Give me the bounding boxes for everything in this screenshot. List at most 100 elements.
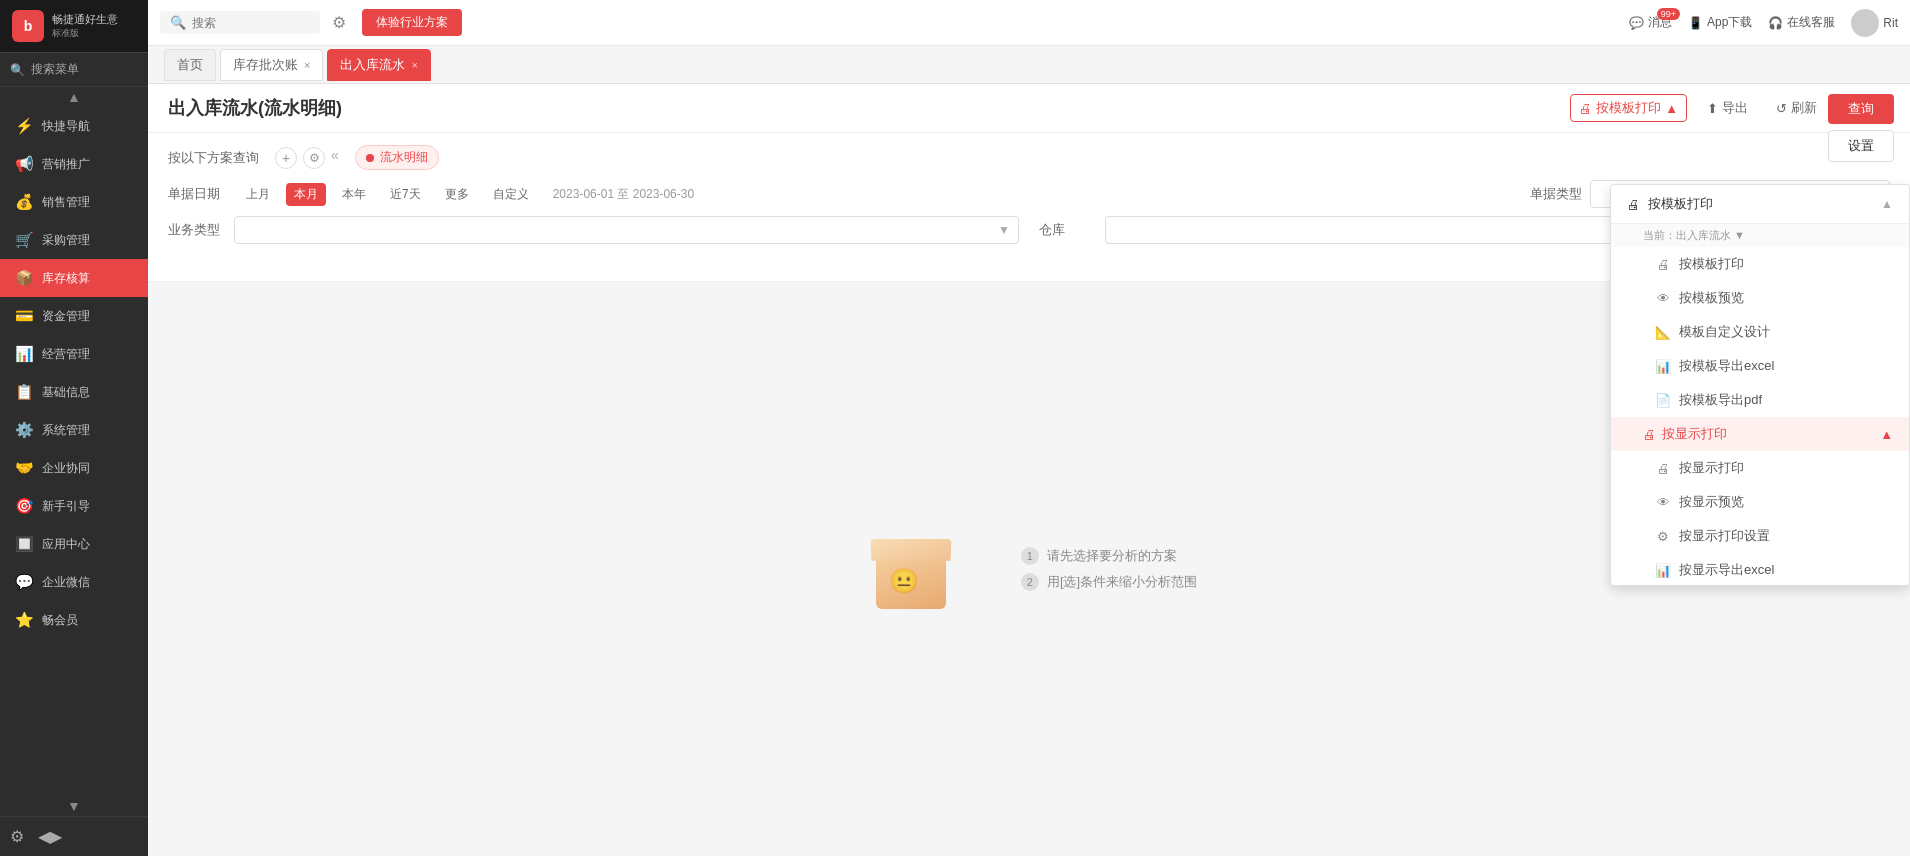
sidebar-scroll-down-btn[interactable]: ▼ (0, 796, 148, 816)
filter-add-btn[interactable]: + (275, 147, 297, 169)
sidebar-item-operation[interactable]: 📊 经营管理 (0, 335, 148, 373)
settings-btn[interactable]: 设置 (1828, 130, 1894, 162)
date-range-text: 2023-06-01 至 2023-06-30 (553, 186, 694, 203)
template-export-excel-icon: 📊 (1655, 359, 1671, 374)
message-badge: 99+ (1657, 8, 1680, 20)
filter-actions: + ⚙ « (275, 147, 339, 169)
refresh-icon: ↺ (1776, 101, 1787, 116)
template-print-icon: 🖨 (1655, 257, 1671, 272)
template-preview-label: 按模板预览 (1679, 289, 1744, 307)
template-export-excel-item[interactable]: 📊 按模板导出excel (1611, 349, 1909, 383)
enterprise-icon: 🤝 (14, 459, 34, 477)
print-template-btn[interactable]: 🖨 按模板打印 ▲ (1570, 94, 1687, 122)
filter-gear-btn[interactable]: ⚙ (303, 147, 325, 169)
empty-step-1: 1 请先选择要分析的方案 (1021, 547, 1197, 565)
header-gear-icon[interactable]: ⚙ (328, 9, 350, 36)
header-right: 💬 消息 99+ 📱 App下载 🎧 在线客服 Rit (1629, 9, 1898, 37)
template-export-pdf-item[interactable]: 📄 按模板导出pdf (1611, 383, 1909, 417)
export-btn[interactable]: ⬆ 导出 (1699, 95, 1756, 121)
sidebar-item-basic[interactable]: 📋 基础信息 (0, 373, 148, 411)
display-section-chevron: ▲ (1880, 427, 1893, 442)
sidebar-item-purchase[interactable]: 🛒 采购管理 (0, 221, 148, 259)
display-print-section[interactable]: 🖨 按显示打印 ▲ (1611, 417, 1909, 451)
display-print-item[interactable]: 🖨 按显示打印 (1611, 451, 1909, 485)
refresh-btn[interactable]: ↺ 刷新 (1768, 95, 1825, 121)
close-batch-account-tab[interactable]: × (304, 59, 310, 71)
template-preview-item[interactable]: 👁 按模板预览 (1611, 281, 1909, 315)
tab-home[interactable]: 首页 (164, 49, 216, 81)
sidebar-item-label: 销售管理 (42, 194, 90, 211)
dropdown-current-label: 当前：出入库流水 ▼ (1611, 224, 1909, 247)
flow-tab-label: 出入库流水 (340, 56, 405, 74)
current-chevron: ▼ (1734, 229, 1745, 241)
sidebar-item-label: 经营管理 (42, 346, 90, 363)
refresh-label: 刷新 (1791, 99, 1817, 117)
display-preview-item[interactable]: 👁 按显示预览 (1611, 485, 1909, 519)
biz-type-dropdown-icon: ▼ (998, 223, 1010, 237)
sidebar-item-member[interactable]: ⭐ 畅会员 (0, 601, 148, 639)
online-service-btn[interactable]: 🎧 在线客服 (1768, 14, 1835, 31)
date-btn-this-month[interactable]: 本月 (286, 183, 326, 206)
tab-bar: 首页 库存批次账 × 出入库流水 × (148, 46, 1910, 84)
close-flow-tab[interactable]: × (411, 59, 417, 71)
main-content: 🔍 ⚙ 体验行业方案 💬 消息 99+ 📱 App下载 🎧 在线客服 Rit (148, 0, 1910, 856)
dropdown-chevron-up: ▲ (1881, 197, 1893, 211)
biz-type-select[interactable]: ▼ (234, 216, 1019, 244)
sidebar-item-apps[interactable]: 🔲 应用中心 (0, 525, 148, 563)
date-btn-this-year[interactable]: 本年 (334, 183, 374, 206)
user-avatar[interactable]: Rit (1851, 9, 1898, 37)
sidebar-item-quick-nav[interactable]: ⚡ 快捷导航 (0, 107, 148, 145)
tab-flow[interactable]: 出入库流水 × (327, 49, 430, 81)
sidebar-item-sales[interactable]: 💰 销售管理 (0, 183, 148, 221)
active-filter-chip[interactable]: 流水明细 (355, 145, 439, 170)
sidebar-item-label: 营销推广 (42, 156, 90, 173)
dropdown-header[interactable]: 🖨 按模板打印 ▲ (1611, 185, 1909, 224)
app-name: 畅捷通好生意 (52, 12, 118, 27)
template-custom-item[interactable]: 📐 模板自定义设计 (1611, 315, 1909, 349)
template-export-excel-label: 按模板导出excel (1679, 357, 1774, 375)
industry-btn[interactable]: 体验行业方案 (362, 9, 462, 36)
sidebar-item-label: 系统管理 (42, 422, 90, 439)
display-print-settings-item[interactable]: ⚙ 按显示打印设置 (1611, 519, 1909, 553)
display-print-settings-label: 按显示打印设置 (1679, 527, 1770, 545)
template-print-item[interactable]: 🖨 按模板打印 (1611, 247, 1909, 281)
date-btn-more[interactable]: 更多 (437, 183, 477, 206)
sidebar-item-label: 畅会员 (42, 612, 78, 629)
date-btn-last-month[interactable]: 上月 (238, 183, 278, 206)
template-print-label: 按模板打印 (1679, 255, 1744, 273)
filter-collapse-arrow-btn[interactable]: « (331, 147, 339, 169)
search-menu-item[interactable]: 🔍 搜索菜单 (0, 53, 148, 87)
message-icon: 💬 (1629, 16, 1644, 30)
sidebar-item-label: 企业微信 (42, 574, 90, 591)
app-download-btn[interactable]: 📱 App下载 (1688, 14, 1752, 31)
display-export-excel-item[interactable]: 📊 按显示导出excel (1611, 553, 1909, 585)
sidebar-item-marketing[interactable]: 📢 营销推广 (0, 145, 148, 183)
filter-title-label: 按以下方案查询 (168, 149, 259, 167)
printer-icon: 🖨 (1579, 101, 1592, 116)
sidebar-settings-icon[interactable]: ⚙ (10, 827, 24, 846)
template-custom-label: 模板自定义设计 (1679, 323, 1770, 341)
display-print-item-label: 按显示打印 (1679, 459, 1744, 477)
sidebar-item-finance[interactable]: 💳 资金管理 (0, 297, 148, 335)
sidebar-item-inventory[interactable]: 📦 库存核算 (0, 259, 148, 297)
biz-type-field: 业务类型 ▼ (168, 216, 1019, 244)
sidebar-item-enterprise[interactable]: 🤝 企业协同 (0, 449, 148, 487)
sidebar-item-system[interactable]: ⚙️ 系统管理 (0, 411, 148, 449)
header-search-box[interactable]: 🔍 (160, 11, 320, 34)
sidebar-item-wechat[interactable]: 💬 企业微信 (0, 563, 148, 601)
tab-batch-account[interactable]: 库存批次账 × (220, 49, 323, 81)
sidebar-collapse-icon[interactable]: ◀▶ (38, 827, 62, 846)
sidebar-scroll-up-btn[interactable]: ▲ (0, 87, 148, 107)
date-btn-custom[interactable]: 自定义 (485, 183, 537, 206)
sidebar-item-label: 应用中心 (42, 536, 90, 553)
header-search-input[interactable] (192, 16, 310, 30)
print-chevron-up-icon: ▲ (1665, 101, 1678, 116)
date-btn-7days[interactable]: 近7天 (382, 183, 429, 206)
sidebar-item-label: 库存核算 (42, 270, 90, 287)
sidebar-item-label: 企业协同 (42, 460, 90, 477)
dropdown-title: 🖨 按模板打印 (1627, 195, 1713, 213)
message-btn[interactable]: 💬 消息 99+ (1629, 14, 1672, 31)
sidebar-item-guide[interactable]: 🎯 新手引导 (0, 487, 148, 525)
logo-icon: b (12, 10, 44, 42)
query-btn[interactable]: 查询 (1828, 94, 1894, 124)
